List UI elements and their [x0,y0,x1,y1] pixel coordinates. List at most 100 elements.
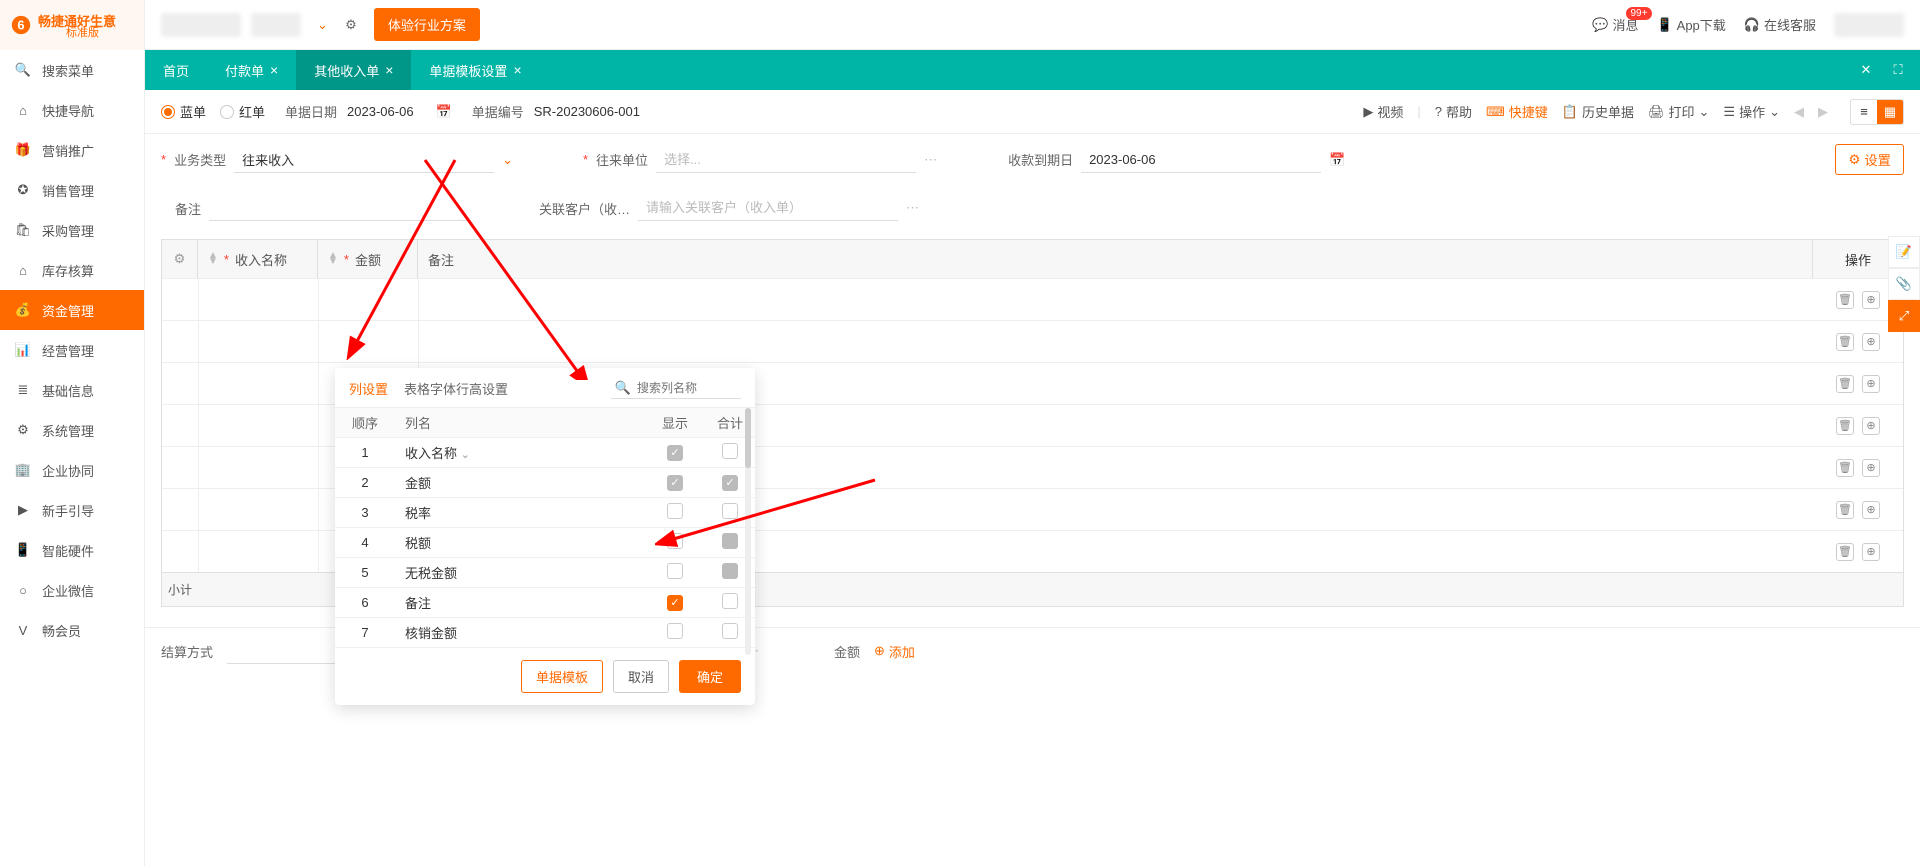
copy-icon[interactable]: ⊕ [1862,543,1880,561]
close-icon[interactable]: × [385,62,393,78]
date-value[interactable]: 2023-06-06 [347,104,414,119]
delete-icon[interactable]: 🗑 [1836,291,1854,309]
delete-icon[interactable]: 🗑 [1836,417,1854,435]
sidebar-item-sales[interactable]: ✪销售管理 [0,170,144,210]
copy-icon[interactable]: ⊕ [1862,291,1880,309]
sidebar-item-member[interactable]: V畅会员 [0,610,144,650]
add-button[interactable]: ⊕ 添加 [874,642,915,661]
popup-row[interactable]: 4 税额 [335,528,755,558]
copy-icon[interactable]: ⊕ [1862,417,1880,435]
history-link[interactable]: 📋 历史单据 [1562,102,1634,121]
copy-icon[interactable]: ⊕ [1862,459,1880,477]
sum-checkbox[interactable] [722,623,738,639]
show-checkbox[interactable]: ✓ [667,445,683,461]
show-checkbox[interactable]: ✓ [667,595,683,611]
popup-row[interactable]: 7 核销金额 [335,618,755,648]
table-row[interactable]: 🗑 ⊕ [162,320,1903,362]
show-checkbox[interactable] [667,503,683,519]
video-link[interactable]: ▶ 视频 [1363,102,1403,121]
view-list-icon[interactable]: ≡ [1851,100,1877,124]
popup-row[interactable]: 2 金额 ✓ ✓ [335,468,755,498]
template-button[interactable]: 单据模板 [521,660,603,693]
message-link[interactable]: 💬 消息 99+ [1592,15,1638,34]
delete-icon[interactable]: 🗑 [1836,459,1854,477]
popup-row[interactable]: 5 无税金额 [335,558,755,588]
popup-search-input[interactable] [637,381,737,395]
ok-button[interactable]: 确定 [679,660,741,693]
shortcut-link[interactable]: ⌨ 快捷键 [1486,102,1548,121]
cta-button[interactable]: 体验行业方案 [374,8,480,41]
sidebar-item-funds[interactable]: 💰资金管理 [0,290,144,330]
popup-tab-columns[interactable]: 列设置 [349,379,388,398]
app-download-link[interactable]: 📱App下载 [1656,15,1725,34]
col-income-name[interactable]: ▲▼*收入名称 [198,240,318,278]
settings-button[interactable]: ⚙ 设置 [1835,144,1904,175]
float-note-icon[interactable]: 📝 [1888,236,1920,268]
grid-settings-icon[interactable]: ⚙ [162,240,198,278]
popup-row[interactable]: 3 税率 [335,498,755,528]
more-icon[interactable]: ⋯ [906,200,920,216]
sidebar-item-basic[interactable]: ≣基础信息 [0,370,144,410]
sidebar-item-purchase[interactable]: 🛍采购管理 [0,210,144,250]
tab-home[interactable]: 首页 [145,50,207,90]
more-icon[interactable]: ⋯ [924,152,938,168]
calendar-icon[interactable]: 📅 [436,104,452,120]
sidebar-item-hardware[interactable]: 📱智能硬件 [0,530,144,570]
show-checkbox[interactable] [667,623,683,639]
delete-icon[interactable]: 🗑 [1836,375,1854,393]
sidebar-item-enterprise[interactable]: 🏢企业协同 [0,450,144,490]
copy-icon[interactable]: ⊕ [1862,375,1880,393]
popup-row[interactable]: 6 备注 ✓ [335,588,755,618]
service-link[interactable]: 🎧在线客服 [1744,15,1816,34]
sum-checkbox[interactable]: ✓ [722,475,738,491]
radio-blue[interactable]: 蓝单 [161,102,206,121]
sidebar-item-quicknav[interactable]: ⌂快捷导航 [0,90,144,130]
chevron-down-icon[interactable]: ⌄ [502,152,513,168]
sidebar-item-newbie[interactable]: ▶新手引导 [0,490,144,530]
tab-template[interactable]: 单据模板设置× [411,50,539,90]
due-date[interactable] [1081,147,1321,173]
sidebar-item-operations[interactable]: 📊经营管理 [0,330,144,370]
radio-red[interactable]: 红单 [220,102,265,121]
popup-tab-font[interactable]: 表格字体行高设置 [404,379,508,398]
table-row[interactable]: 🗑 ⊕ [162,278,1903,320]
close-icon[interactable]: × [513,62,521,78]
cancel-button[interactable]: 取消 [613,660,669,693]
sidebar-item-marketing[interactable]: 🎁营销推广 [0,130,144,170]
delete-icon[interactable]: 🗑 [1836,333,1854,351]
col-amount[interactable]: ▲▼*金额 [318,240,418,278]
sum-checkbox[interactable] [722,593,738,609]
tab-other-income[interactable]: 其他收入单× [296,50,411,90]
col-remark[interactable]: 备注 [418,240,1813,278]
view-card-icon[interactable]: ▦ [1877,100,1903,124]
copy-icon[interactable]: ⊕ [1862,333,1880,351]
sum-checkbox[interactable] [722,563,738,579]
sidebar-item-wechat[interactable]: ○企业微信 [0,570,144,610]
print-link[interactable]: 🖨 打印 ⌄ [1648,102,1709,121]
tab-payment[interactable]: 付款单× [207,50,296,90]
delete-icon[interactable]: 🗑 [1836,501,1854,519]
remark-input[interactable] [209,195,469,221]
copy-icon[interactable]: ⊕ [1862,501,1880,519]
show-checkbox[interactable] [667,563,683,579]
sum-checkbox[interactable] [722,503,738,519]
float-attach-icon[interactable]: 📎 [1888,268,1920,300]
close-all-icon[interactable]: ✕ [1854,58,1878,82]
delete-icon[interactable]: 🗑 [1836,543,1854,561]
prev-icon[interactable]: ◀ [1794,104,1804,120]
rel-customer-input[interactable] [638,195,898,221]
sum-checkbox[interactable] [722,443,738,459]
partner-select[interactable] [656,147,916,173]
ops-link[interactable]: ☰ 操作 ⌄ [1723,102,1780,121]
org-selector-blur2[interactable] [251,13,301,37]
help-link[interactable]: ? 帮助 [1435,102,1472,121]
close-icon[interactable]: × [270,62,278,78]
popup-row[interactable]: 1 收入名称 ⌄ ✓ [335,438,755,468]
chevron-down-icon[interactable]: ⌄ [317,17,328,33]
show-checkbox[interactable]: ✓ [667,475,683,491]
next-icon[interactable]: ▶ [1818,104,1828,120]
biz-type-select[interactable] [234,147,494,173]
user-blur[interactable] [1834,13,1904,37]
org-selector-blur[interactable] [161,13,241,37]
popup-scrollbar[interactable] [745,408,751,655]
